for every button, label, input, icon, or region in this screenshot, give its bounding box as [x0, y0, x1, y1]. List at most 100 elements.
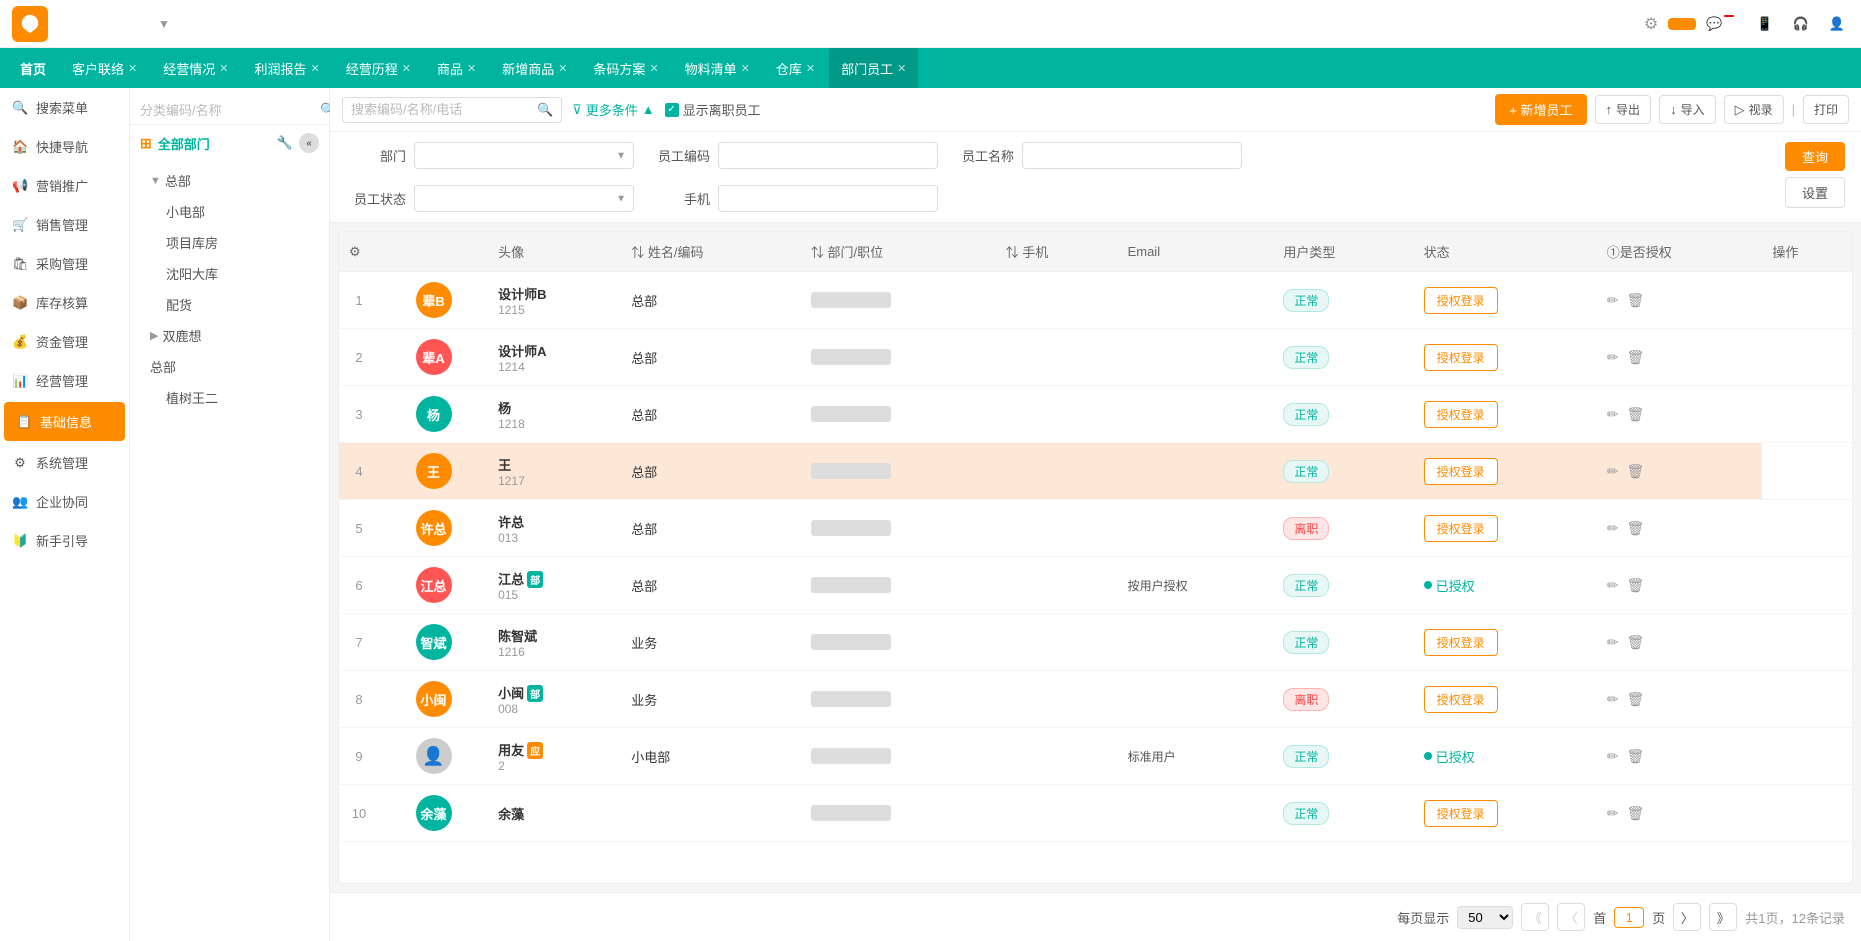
- nav-history[interactable]: 经营历程 ✕: [334, 48, 423, 88]
- sidebar-item-search[interactable]: 🔍 搜索菜单: [0, 88, 129, 127]
- auth-login-button[interactable]: 授权登录: [1424, 686, 1498, 713]
- emp-code-input[interactable]: [718, 142, 938, 169]
- col-name[interactable]: ⇅ 姓名/编码: [621, 232, 801, 272]
- edit-icon[interactable]: ✏: [1607, 349, 1619, 366]
- nav-operation[interactable]: 经营情况 ✕: [151, 48, 240, 88]
- prev-page-btn[interactable]: 〈: [1557, 903, 1585, 931]
- edit-icon[interactable]: ✏: [1607, 748, 1619, 765]
- close-icon[interactable]: ✕: [219, 62, 228, 75]
- sidebar-item-purchase[interactable]: 🛍 采购管理: [0, 244, 129, 283]
- auth-login-button[interactable]: 授权登录: [1424, 629, 1498, 656]
- delete-icon[interactable]: 🗑: [1626, 748, 1644, 765]
- delete-icon[interactable]: 🗑: [1626, 634, 1644, 651]
- col-settings[interactable]: ⚙: [339, 232, 379, 272]
- close-icon[interactable]: ✕: [402, 62, 411, 75]
- sidebar-item-management[interactable]: 📊 经营管理: [0, 361, 129, 400]
- close-icon[interactable]: ✕: [741, 62, 750, 75]
- col-dept[interactable]: ⇅ 部门/职位: [801, 232, 996, 272]
- message-btn[interactable]: 💬: [1706, 16, 1740, 32]
- set-button[interactable]: 设置: [1785, 177, 1845, 208]
- delete-icon[interactable]: 🗑: [1626, 577, 1644, 594]
- delete-icon[interactable]: 🗑: [1626, 463, 1644, 480]
- close-icon[interactable]: ✕: [128, 62, 137, 75]
- print-button[interactable]: 打印: [1803, 95, 1849, 124]
- nav-employee[interactable]: 部门员工 ✕: [829, 48, 918, 88]
- last-page-btn[interactable]: 》: [1709, 903, 1737, 931]
- search-button[interactable]: 查询: [1785, 142, 1845, 171]
- nav-profit[interactable]: 利润报告 ✕: [242, 48, 331, 88]
- settings-icon[interactable]: ⚙: [1644, 14, 1658, 34]
- nav-home[interactable]: 首页: [8, 48, 58, 88]
- close-icon[interactable]: ✕: [311, 62, 320, 75]
- edit-icon[interactable]: ✏: [1607, 292, 1619, 309]
- delete-icon[interactable]: 🗑: [1626, 349, 1644, 366]
- collapse-btn[interactable]: «: [299, 133, 319, 153]
- delete-icon[interactable]: 🗑: [1626, 520, 1644, 537]
- delete-icon[interactable]: 🗑: [1626, 805, 1644, 822]
- delete-icon[interactable]: 🗑: [1626, 691, 1644, 708]
- emp-name-input[interactable]: [1022, 142, 1242, 169]
- sidebar-item-nav[interactable]: 🏠 快捷导航: [0, 127, 129, 166]
- dept-item-general[interactable]: ▼ 总部: [138, 165, 329, 196]
- nav-product[interactable]: 商品 ✕: [425, 48, 488, 88]
- service-btn[interactable]: 🎧: [1793, 16, 1813, 32]
- delete-icon[interactable]: 🗑: [1626, 406, 1644, 423]
- sidebar-item-inventory[interactable]: 📦 库存核算: [0, 283, 129, 322]
- dept-item-hq[interactable]: 总部: [138, 351, 329, 382]
- current-page[interactable]: 1: [1614, 907, 1644, 928]
- trial-button[interactable]: [1668, 18, 1696, 30]
- dept-item-project[interactable]: 项目库房: [154, 227, 329, 258]
- next-page-btn[interactable]: 〉: [1673, 903, 1701, 931]
- phone-input[interactable]: [718, 185, 938, 212]
- sidebar-item-sales[interactable]: 🛒 销售管理: [0, 205, 129, 244]
- close-icon[interactable]: ✕: [558, 62, 567, 75]
- auth-login-button[interactable]: 授权登录: [1424, 800, 1498, 827]
- emp-status-select[interactable]: [414, 185, 634, 212]
- edit-icon[interactable]: ✏: [1607, 805, 1619, 822]
- import-button[interactable]: ↓ 导入: [1659, 95, 1716, 124]
- more-filter-btn[interactable]: ⊽ 更多条件 ▲: [572, 100, 654, 119]
- close-icon[interactable]: ✕: [897, 62, 906, 75]
- per-page-select[interactable]: 50 100: [1457, 906, 1513, 929]
- edit-icon[interactable]: ✏: [1607, 520, 1619, 537]
- auth-login-button[interactable]: 授权登录: [1424, 515, 1498, 542]
- add-employee-button[interactable]: + 新增员工: [1495, 94, 1586, 125]
- sidebar-item-system[interactable]: ⚙ 系统管理: [0, 443, 129, 482]
- close-icon[interactable]: ✕: [806, 62, 815, 75]
- edit-icon[interactable]: ✏: [1607, 691, 1619, 708]
- dept-item-distribution[interactable]: 配货: [154, 289, 329, 320]
- auth-login-button[interactable]: 授权登录: [1424, 287, 1498, 314]
- auth-login-button[interactable]: 授权登录: [1424, 401, 1498, 428]
- dept-search-input[interactable]: [140, 103, 316, 118]
- nav-bom[interactable]: 物料清单 ✕: [673, 48, 762, 88]
- close-icon[interactable]: ✕: [467, 62, 476, 75]
- sidebar-item-basic[interactable]: 📋 基础信息: [4, 402, 125, 441]
- sidebar-item-marketing[interactable]: 📢 营销推广: [0, 166, 129, 205]
- dept-item-plantking[interactable]: 植树王二: [154, 382, 329, 413]
- dropdown-arrow[interactable]: ▼: [158, 17, 170, 31]
- auth-login-button[interactable]: 授权登录: [1424, 458, 1498, 485]
- dept-item-shenyang[interactable]: 沈阳大库: [154, 258, 329, 289]
- edit-dept-icon[interactable]: 🔧: [277, 135, 293, 151]
- search-input[interactable]: [351, 102, 531, 117]
- edit-icon[interactable]: ✏: [1607, 463, 1619, 480]
- auth-login-button[interactable]: 授权登录: [1424, 344, 1498, 371]
- user-avatar[interactable]: 👤: [1829, 16, 1849, 32]
- delete-icon[interactable]: 🗑: [1626, 292, 1644, 309]
- edit-icon[interactable]: ✏: [1607, 577, 1619, 594]
- sidebar-item-guide[interactable]: 🔰 新手引导: [0, 521, 129, 560]
- dept-item-xdb[interactable]: 小电部: [154, 196, 329, 227]
- all-dept-label[interactable]: 全部部门: [158, 134, 210, 153]
- app-download-btn[interactable]: 📱: [1756, 16, 1776, 32]
- first-page-btn[interactable]: 《: [1521, 903, 1549, 931]
- col-phone[interactable]: ⇅ 手机: [996, 232, 1118, 272]
- dept-select[interactable]: [414, 142, 634, 169]
- nav-add-product[interactable]: 新增商品 ✕: [490, 48, 579, 88]
- edit-icon[interactable]: ✏: [1607, 634, 1619, 651]
- close-icon[interactable]: ✕: [649, 62, 658, 75]
- sidebar-item-collab[interactable]: 👥 企业协同: [0, 482, 129, 521]
- dept-item-shuanglu[interactable]: ▶ 双鹿想: [138, 320, 329, 351]
- nav-warehouse[interactable]: 仓库 ✕: [764, 48, 827, 88]
- view-button[interactable]: ▷ 视录: [1724, 95, 1784, 124]
- edit-icon[interactable]: ✏: [1607, 406, 1619, 423]
